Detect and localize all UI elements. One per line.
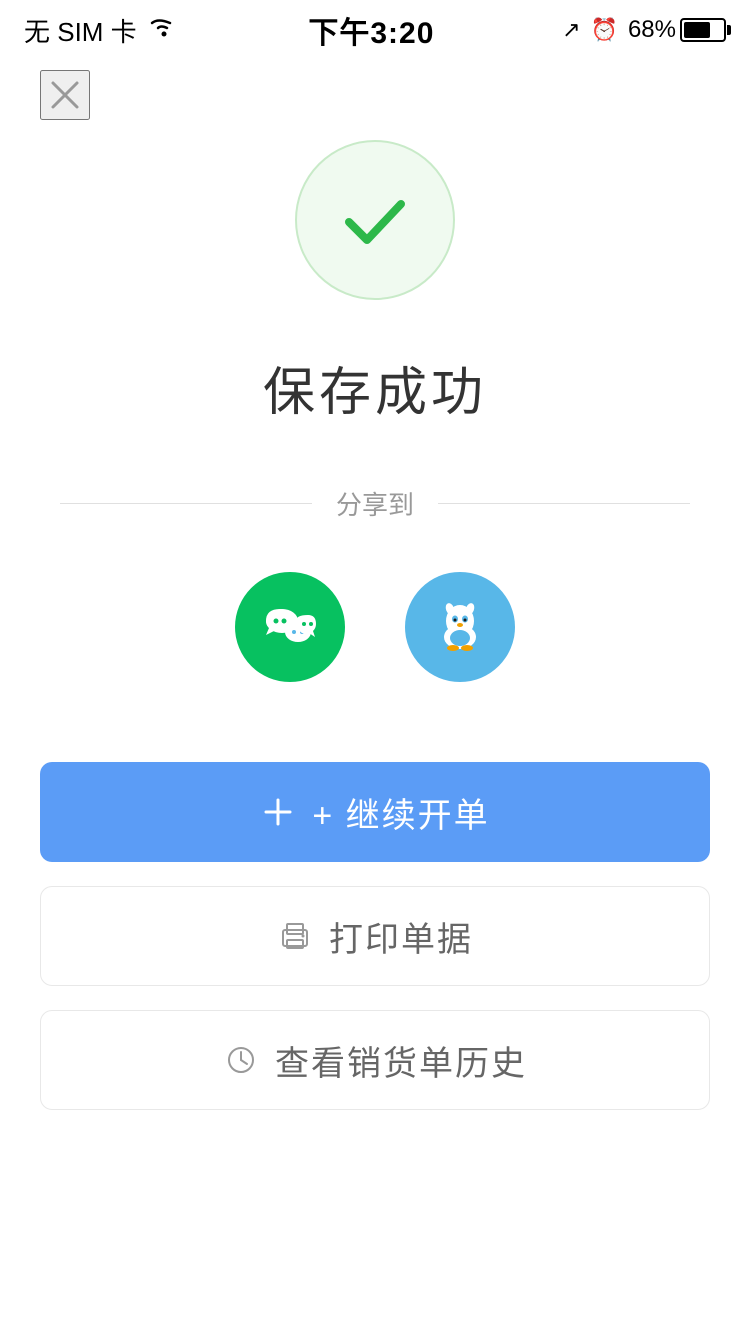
wechat-icon	[258, 595, 322, 659]
close-icon	[47, 77, 83, 113]
history-icon	[223, 1042, 259, 1078]
share-divider-text: 分享到	[312, 485, 438, 522]
battery-icon	[680, 18, 726, 42]
carrier-text: 无 SIM 卡	[24, 12, 137, 49]
wifi-icon	[147, 15, 181, 46]
battery-fill	[684, 22, 710, 38]
status-bar: 无 SIM 卡 下午3:20 ↗ ⏰ 68%	[0, 0, 750, 60]
status-right: ↗ ⏰ 68%	[562, 16, 726, 44]
print-icon	[277, 918, 313, 954]
success-title: 保存成功	[263, 350, 487, 425]
wechat-share-button[interactable]	[235, 572, 345, 682]
alarm-icon: ⏰	[591, 17, 618, 43]
share-icons-container	[235, 572, 515, 682]
print-button-label: 打印单据	[329, 912, 473, 961]
qq-icon	[428, 595, 492, 659]
history-button-label: 查看销货单历史	[275, 1036, 527, 1085]
continue-button-label: + 继续开单	[312, 788, 489, 837]
continue-button[interactable]: + 继续开单	[40, 762, 710, 862]
checkmark-icon	[335, 180, 415, 260]
location-icon: ↗	[562, 17, 580, 43]
history-button[interactable]: 查看销货单历史	[40, 1010, 710, 1110]
plus-icon	[260, 794, 296, 830]
divider-line-right	[438, 503, 690, 504]
status-time: 下午3:20	[308, 8, 434, 52]
print-button[interactable]: 打印单据	[40, 886, 710, 986]
qq-share-button[interactable]	[405, 572, 515, 682]
main-content: 保存成功 分享到	[0, 60, 750, 1110]
success-icon-circle	[295, 140, 455, 300]
action-buttons: + 继续开单 打印单据 查看销	[0, 762, 750, 1110]
status-left: 无 SIM 卡	[24, 12, 181, 49]
share-divider: 分享到	[0, 485, 750, 522]
close-button[interactable]	[40, 70, 90, 120]
divider-line-left	[60, 503, 312, 504]
battery-percent: 68%	[628, 16, 676, 44]
battery-container: 68%	[628, 16, 726, 44]
